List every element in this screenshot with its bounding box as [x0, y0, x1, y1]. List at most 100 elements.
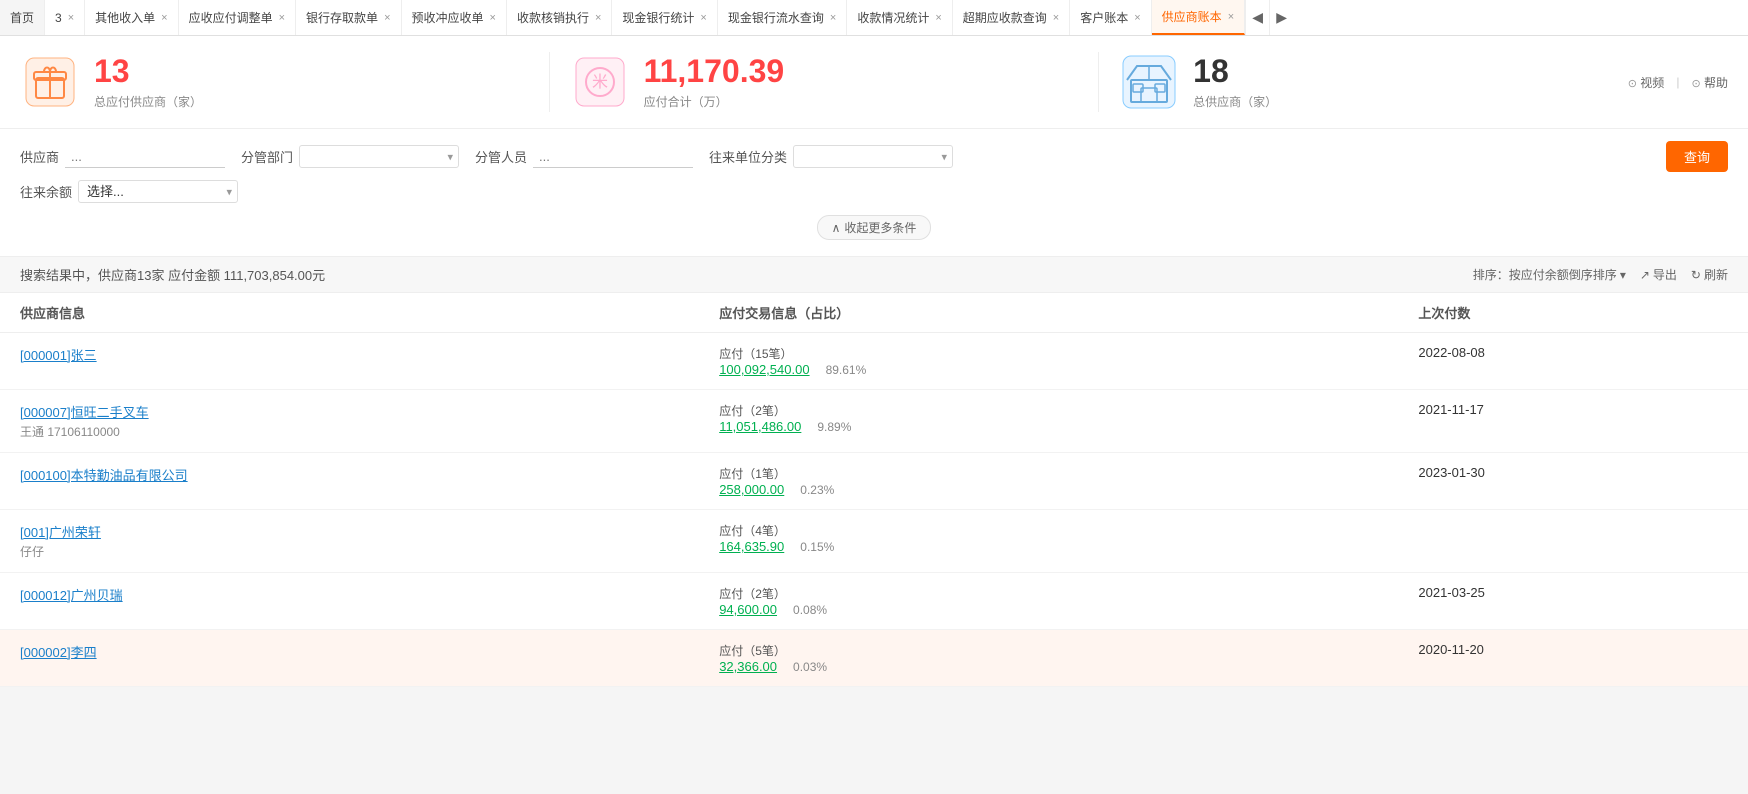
sort-control[interactable]: 排序：按应付余额倒序排序 ▾ — [1473, 266, 1626, 283]
nav-supplier-ledger[interactable]: 供应商账本 × — [1152, 0, 1245, 35]
nav-next-button[interactable]: ▶ — [1269, 0, 1293, 35]
person-input[interactable] — [533, 146, 693, 168]
close-icon[interactable]: × — [700, 12, 706, 24]
amount-link[interactable]: 11,051,486.00 — [719, 419, 801, 434]
collapse-button[interactable]: ∧ 收起更多条件 — [817, 215, 932, 240]
supplier-link[interactable]: [001]广州荣轩 — [20, 525, 101, 540]
export-icon: ↗ — [1640, 268, 1650, 282]
trans-count: （2笔） — [743, 587, 786, 601]
result-bar: 搜索结果中，供应商13家 应付金额 111,703,854.00元 排序：按应付… — [0, 257, 1748, 293]
percent-value: 89.61% — [826, 363, 867, 377]
supplier-link[interactable]: [000002]李四 — [20, 645, 97, 660]
close-icon[interactable]: × — [490, 12, 496, 24]
category-select[interactable] — [793, 145, 953, 168]
nav-overdue-ar[interactable]: 超期应收款查询 × — [953, 0, 1070, 35]
supplier-link[interactable]: [000100]本特勤油品有限公司 — [20, 468, 188, 483]
close-icon[interactable]: × — [830, 12, 836, 24]
total-suppliers-value: 18 — [1193, 54, 1277, 89]
trans-label: 应付 — [719, 404, 743, 418]
payable-suppliers-label: 总应付供应商（家） — [94, 93, 202, 110]
close-icon[interactable]: × — [1134, 12, 1140, 24]
payable-amount-value: 11,170.39 — [644, 54, 785, 89]
dept-select[interactable] — [299, 145, 459, 168]
trans-label: 应付 — [719, 587, 743, 601]
close-icon[interactable]: × — [1053, 12, 1059, 24]
nav-prev-button[interactable]: ◀ — [1245, 0, 1269, 35]
nav-bank-deposit[interactable]: 银行存取款单 × — [296, 0, 401, 35]
supplier-link[interactable]: [000012]广州贝瑞 — [20, 588, 123, 603]
supplier-sub-info: 王通 17106110000 — [20, 423, 679, 440]
payable-suppliers-value: 13 — [94, 54, 202, 89]
supplier-info-cell: [000012]广州贝瑞 — [0, 573, 699, 630]
help-link[interactable]: ⊙ 帮助 — [1691, 74, 1728, 91]
supplier-link[interactable]: [000001]张三 — [20, 348, 97, 363]
trans-info-cell: 应付（2笔）11,051,486.009.89% — [699, 390, 1398, 453]
close-icon[interactable]: × — [161, 12, 167, 24]
amount-line: 164,635.900.15% — [719, 539, 1378, 554]
chevron-down-icon: ▾ — [1620, 268, 1626, 282]
close-icon[interactable]: × — [384, 12, 390, 24]
rice-icon: 米 — [570, 52, 630, 112]
nav-customer-ledger[interactable]: 客户账本 × — [1070, 0, 1151, 35]
filter-dept: 分管部门 — [241, 145, 459, 168]
right-actions: 排序：按应付余额倒序排序 ▾ ↗ 导出 ↻ 刷新 — [1473, 266, 1728, 283]
collapse-bar: ∧ 收起更多条件 — [20, 211, 1728, 248]
supplier-link[interactable]: [000007]恒旺二手叉车 — [20, 405, 149, 420]
dept-label: 分管部门 — [241, 147, 293, 166]
amount-link[interactable]: 94,600.00 — [719, 602, 777, 617]
amount-link[interactable]: 32,366.00 — [719, 659, 777, 674]
video-link[interactable]: ⊙ 视频 — [1628, 74, 1665, 91]
filter-person: 分管人员 — [475, 146, 693, 168]
table-row: [000001]张三应付（15笔）100,092,540.0089.61%202… — [0, 333, 1748, 390]
amount-link[interactable]: 164,635.90 — [719, 539, 784, 554]
amount-line: 258,000.000.23% — [719, 482, 1378, 497]
main-table-wrap: 供应商信息 应付交易信息（占比） 上次付数 [000001]张三应付（15笔）1… — [0, 293, 1748, 687]
table-scroll[interactable]: 供应商信息 应付交易信息（占比） 上次付数 [000001]张三应付（15笔）1… — [0, 293, 1748, 687]
search-button[interactable]: 查询 — [1666, 141, 1728, 172]
filter-balance: 往来余额 选择... — [20, 180, 238, 203]
summary-card-payable-suppliers: 13 总应付供应商（家） — [20, 52, 529, 112]
trans-label: 应付 — [719, 347, 743, 361]
supplier-info-cell: [000001]张三 — [0, 333, 699, 390]
table-header-row: 供应商信息 应付交易信息（占比） 上次付数 — [0, 293, 1748, 333]
close-icon[interactable]: × — [1228, 11, 1234, 23]
nav-prepay-ar[interactable]: 预收冲应收单 × — [402, 0, 507, 35]
filter-supplier: 供应商 — [20, 146, 225, 168]
person-label: 分管人员 — [475, 147, 527, 166]
table-row: [000007]恒旺二手叉车王通 17106110000 应付（2笔）11,051… — [0, 390, 1748, 453]
table-row: [000100]本特勤油品有限公司应付（1笔）258,000.000.23%20… — [0, 453, 1748, 510]
nav-ar-ap-adjust[interactable]: 应收应付调整单 × — [179, 0, 296, 35]
close-icon[interactable]: × — [68, 12, 74, 24]
chevron-up-icon: ∧ — [832, 221, 841, 235]
nav-collection-stat[interactable]: 收款情况统计 × — [847, 0, 952, 35]
last-payment-cell: 2022-08-08 — [1398, 333, 1748, 390]
trans-label: 应付 — [719, 644, 743, 658]
export-button[interactable]: ↗ 导出 — [1640, 266, 1677, 283]
nav-other-income[interactable]: 其他收入单 × — [85, 0, 178, 35]
close-icon[interactable]: × — [279, 12, 285, 24]
amount-link[interactable]: 258,000.00 — [719, 482, 784, 497]
amount-link[interactable]: 100,092,540.00 — [719, 362, 809, 377]
nav-cash-bank-query[interactable]: 现金银行流水查询 × — [718, 0, 847, 35]
nav-tab3[interactable]: 3 × — [45, 0, 85, 35]
close-icon[interactable]: × — [595, 12, 601, 24]
balance-select[interactable]: 选择... — [78, 180, 238, 203]
close-icon[interactable]: × — [935, 12, 941, 24]
total-suppliers-label: 总供应商（家） — [1193, 93, 1277, 110]
trans-label-line: 应付（4笔） — [719, 522, 1378, 539]
supplier-input[interactable] — [65, 146, 225, 168]
refresh-icon: ↻ — [1691, 268, 1701, 282]
trans-label-line: 应付（2笔） — [719, 585, 1378, 602]
nav-cash-bank-stat[interactable]: 现金银行统计 × — [612, 0, 717, 35]
header-trans-info: 应付交易信息（占比） — [699, 293, 1398, 333]
result-summary-text: 搜索结果中，供应商13家 应付金额 111,703,854.00元 — [20, 265, 325, 284]
trans-label-line: 应付（1笔） — [719, 465, 1378, 482]
nav-collection-exec[interactable]: 收款核销执行 × — [507, 0, 612, 35]
amount-line: 100,092,540.00 89.61% — [719, 362, 1378, 377]
last-payment-cell: 2021-11-17 — [1398, 390, 1748, 453]
refresh-button[interactable]: ↻ 刷新 — [1691, 266, 1728, 283]
trans-count: （1笔） — [743, 467, 786, 481]
nav-home[interactable]: 首页 — [0, 0, 45, 35]
top-right-actions: ⊙ 视频 | ⊙ 帮助 — [1628, 74, 1728, 91]
header-last-payment: 上次付数 — [1398, 293, 1748, 333]
